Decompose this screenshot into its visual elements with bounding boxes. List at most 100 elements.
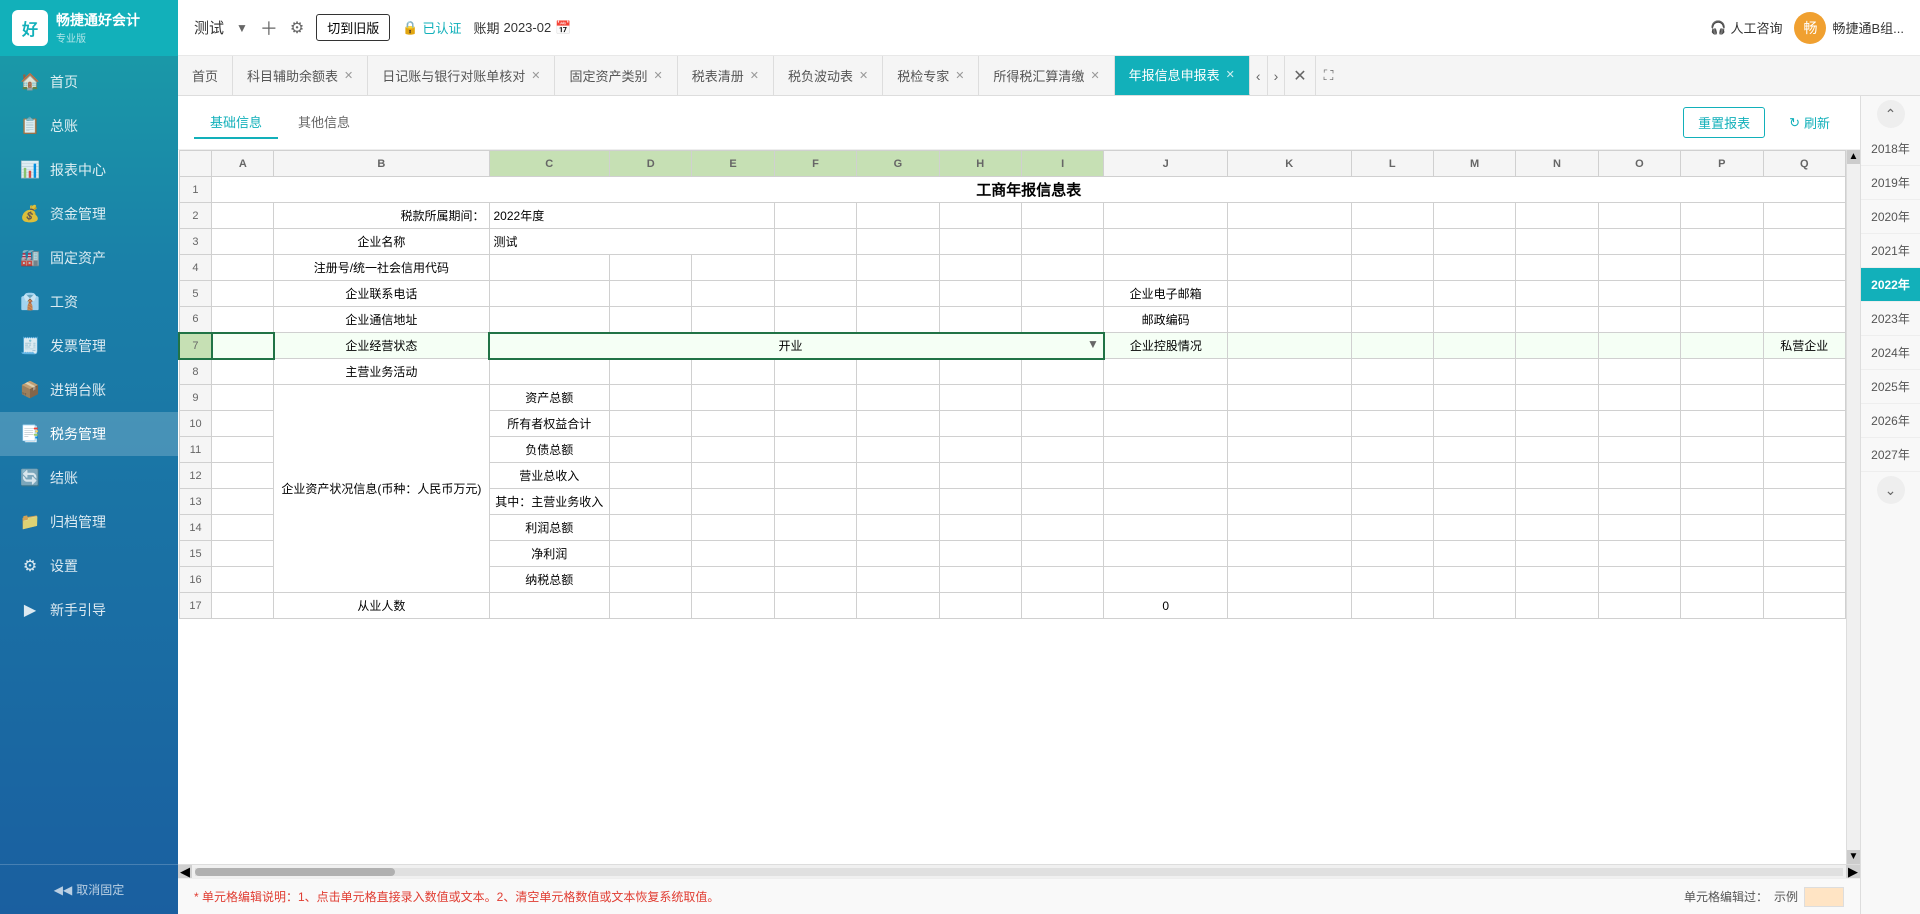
- hscroll-right-btn[interactable]: ▶: [1846, 865, 1860, 879]
- cell-13-i[interactable]: [1021, 489, 1103, 515]
- cell-13-j[interactable]: [1104, 489, 1228, 515]
- cell-12-l[interactable]: [1351, 463, 1433, 489]
- cell-3-o[interactable]: [1598, 229, 1680, 255]
- cell-15-i[interactable]: [1021, 541, 1103, 567]
- cell-6-e[interactable]: [692, 307, 774, 333]
- cell-7-p[interactable]: [1681, 333, 1763, 359]
- cell-4-e[interactable]: [692, 255, 774, 281]
- cell-8-m[interactable]: [1433, 359, 1515, 385]
- cell-14-e[interactable]: [692, 515, 774, 541]
- service-btn[interactable]: 🎧 人工咨询: [1710, 18, 1782, 37]
- col-j[interactable]: J: [1104, 151, 1228, 177]
- cell-12-e[interactable]: [692, 463, 774, 489]
- cell-11-d[interactable]: [610, 437, 692, 463]
- cell-2-i[interactable]: [1021, 203, 1103, 229]
- cell-6-d[interactable]: [610, 307, 692, 333]
- cell-4-j[interactable]: [1104, 255, 1228, 281]
- cell-9-q[interactable]: [1763, 385, 1846, 411]
- cell-6-l[interactable]: [1351, 307, 1433, 333]
- cell-10-l[interactable]: [1351, 411, 1433, 437]
- cell-10-k[interactable]: [1227, 411, 1351, 437]
- col-p[interactable]: P: [1681, 151, 1763, 177]
- cell-3-a[interactable]: [212, 229, 274, 255]
- cell-4-h[interactable]: [939, 255, 1021, 281]
- cell-16-l[interactable]: [1351, 567, 1433, 593]
- cell-9-k[interactable]: [1227, 385, 1351, 411]
- year-item-2025[interactable]: 2025年: [1861, 370, 1920, 404]
- vscroll-track[interactable]: [1847, 164, 1860, 850]
- col-e[interactable]: E: [692, 151, 774, 177]
- cell-8-g[interactable]: [857, 359, 939, 385]
- cell-17-m[interactable]: [1433, 593, 1515, 619]
- cell-7-c-dropdown[interactable]: 开业 ▼: [489, 333, 1104, 359]
- col-k[interactable]: K: [1227, 151, 1351, 177]
- cell-16-o[interactable]: [1598, 567, 1680, 593]
- cell-4-d[interactable]: [610, 255, 692, 281]
- cell-17-e[interactable]: [692, 593, 774, 619]
- cell-6-a[interactable]: [212, 307, 274, 333]
- cell-16-h[interactable]: [939, 567, 1021, 593]
- tab-journal[interactable]: 日记账与银行对账单核对 ✕: [368, 56, 555, 96]
- cell-9-e[interactable]: [692, 385, 774, 411]
- cell-5-l[interactable]: [1351, 281, 1433, 307]
- year-scroll-down-btn[interactable]: ⌄: [1877, 476, 1905, 504]
- cell-17-n[interactable]: [1516, 593, 1598, 619]
- cell-17-o[interactable]: [1598, 593, 1680, 619]
- cell-6-n[interactable]: [1516, 307, 1598, 333]
- sidebar-item-tax[interactable]: 📑 税务管理: [0, 412, 178, 456]
- hscroll-track[interactable]: [195, 868, 1843, 876]
- cell-4-m[interactable]: [1433, 255, 1515, 281]
- cell-10-j[interactable]: [1104, 411, 1228, 437]
- cell-14-k[interactable]: [1227, 515, 1351, 541]
- cell-15-d[interactable]: [610, 541, 692, 567]
- cell-16-n[interactable]: [1516, 567, 1598, 593]
- cell-14-o[interactable]: [1598, 515, 1680, 541]
- col-g[interactable]: G: [857, 151, 939, 177]
- cell-3-n[interactable]: [1516, 229, 1598, 255]
- calendar-icon[interactable]: 📅: [555, 20, 571, 36]
- cell-10-d[interactable]: [610, 411, 692, 437]
- tab-income-close[interactable]: ✕: [1090, 69, 1099, 82]
- cell-5-n[interactable]: [1516, 281, 1598, 307]
- cell-3-p[interactable]: [1681, 229, 1763, 255]
- cell-3-q[interactable]: [1763, 229, 1846, 255]
- cell-16-f[interactable]: [774, 567, 856, 593]
- cell-17-k[interactable]: [1227, 593, 1351, 619]
- cell-13-f[interactable]: [774, 489, 856, 515]
- cell-16-d[interactable]: [610, 567, 692, 593]
- cell-6-f[interactable]: [774, 307, 856, 333]
- tab-close-all-btn[interactable]: ✕: [1285, 56, 1315, 96]
- cell-5-o[interactable]: [1598, 281, 1680, 307]
- cell-6-i[interactable]: [1021, 307, 1103, 333]
- cell-9-m[interactable]: [1433, 385, 1515, 411]
- cell-15-g[interactable]: [857, 541, 939, 567]
- cell-2-o[interactable]: [1598, 203, 1680, 229]
- col-b[interactable]: B: [274, 151, 489, 177]
- cell-13-q[interactable]: [1763, 489, 1846, 515]
- cell-2-h[interactable]: [939, 203, 1021, 229]
- cell-10-h[interactable]: [939, 411, 1021, 437]
- cell-3-f[interactable]: [774, 229, 856, 255]
- cell-17-g[interactable]: [857, 593, 939, 619]
- col-f[interactable]: F: [774, 151, 856, 177]
- col-l[interactable]: L: [1351, 151, 1433, 177]
- cell-12-o[interactable]: [1598, 463, 1680, 489]
- cell-10-e[interactable]: [692, 411, 774, 437]
- cell-16-g[interactable]: [857, 567, 939, 593]
- sidebar-collapse[interactable]: ◀◀ 取消固定: [0, 864, 178, 914]
- cell-5-d[interactable]: [610, 281, 692, 307]
- cell-9-n[interactable]: [1516, 385, 1598, 411]
- year-item-2022[interactable]: 2022年: [1861, 268, 1920, 302]
- cell-14-n[interactable]: [1516, 515, 1598, 541]
- cell-14-i[interactable]: [1021, 515, 1103, 541]
- cell-16-j[interactable]: [1104, 567, 1228, 593]
- cell-7-m[interactable]: [1433, 333, 1515, 359]
- year-item-2026[interactable]: 2026年: [1861, 404, 1920, 438]
- cell-8-l[interactable]: [1351, 359, 1433, 385]
- cell-7-l[interactable]: [1351, 333, 1433, 359]
- cell-12-k[interactable]: [1227, 463, 1351, 489]
- cell-10-n[interactable]: [1516, 411, 1598, 437]
- cell-15-j[interactable]: [1104, 541, 1228, 567]
- tab-income[interactable]: 所得税汇算清缴 ✕: [979, 56, 1114, 96]
- cell-15-a[interactable]: [212, 541, 274, 567]
